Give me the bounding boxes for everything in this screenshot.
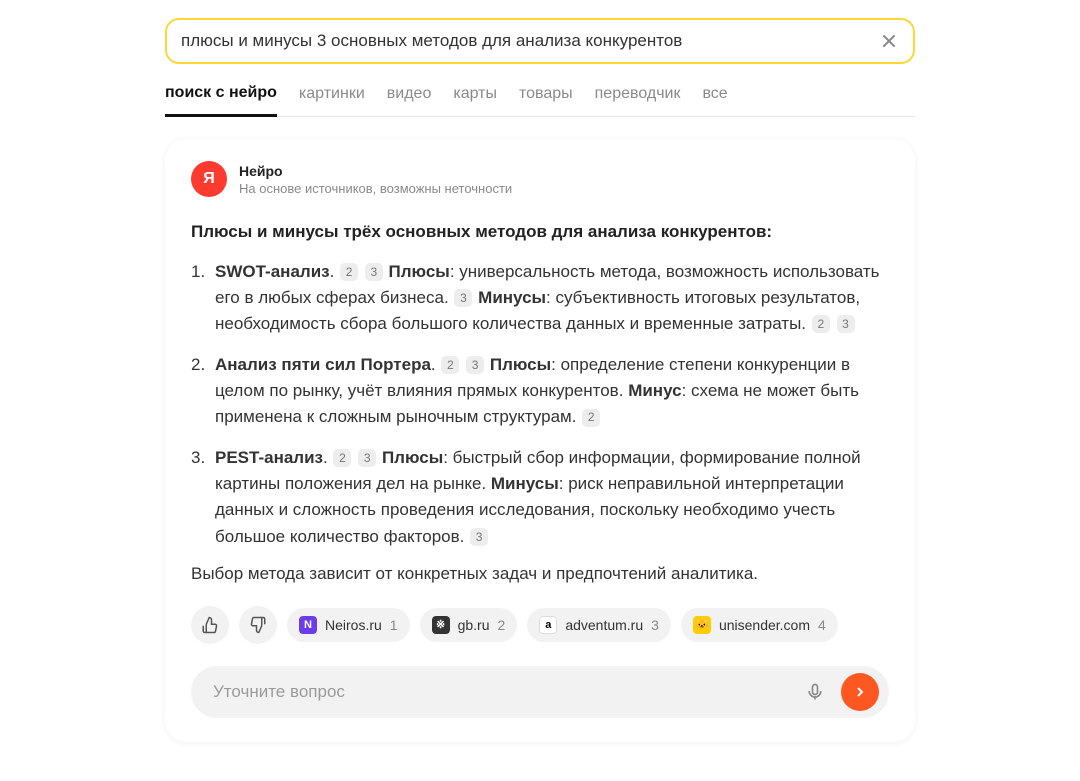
sources-row: N Neiros.ru 1 ※ gb.ru 2 a adventum.ru 3 … [191,606,889,644]
ref-badge[interactable]: 2 [582,409,600,427]
source-number: 3 [651,617,659,633]
tab-neuro-search[interactable]: поиск с нейро [165,74,277,117]
ref-badge[interactable]: 3 [470,528,488,546]
source-domain: Neiros.ru [325,617,382,633]
pros-label: Плюсы [382,448,443,467]
list-item: SWOT-анализ. 2 3 Плюсы: универсальность … [191,259,889,338]
method-name: Анализ пяти сил Портера [215,355,431,374]
source-number: 2 [498,617,506,633]
list-item: PEST-анализ. 2 3 Плюсы: быстрый сбор инф… [191,445,889,550]
source-domain: unisender.com [719,617,810,633]
ref-badge[interactable]: 3 [454,289,472,307]
pros-label: Плюсы [389,262,450,281]
microphone-icon[interactable] [801,678,829,706]
thumbs-up-button[interactable] [191,606,229,644]
neuro-icon: Я [191,161,227,197]
tabs: поиск с нейро картинки видео карты товар… [165,74,915,117]
favicon-icon: ※ [432,616,450,634]
tab-images[interactable]: картинки [299,75,365,115]
cons-label: Минусы [491,474,559,493]
neuro-subtitle: На основе источников, возможны неточност… [239,181,512,196]
clear-search-icon[interactable] [879,31,899,51]
source-domain: gb.ru [458,617,490,633]
neuro-answer-card: Я Нейро На основе источников, возможны н… [165,139,915,742]
methods-list: SWOT-анализ. 2 3 Плюсы: универсальность … [191,259,889,550]
method-name: PEST-анализ [215,448,323,467]
favicon-icon: N [299,616,317,634]
tab-all[interactable]: все [702,75,727,115]
search-input[interactable] [181,31,879,51]
tab-translator[interactable]: переводчик [595,75,681,115]
source-pill[interactable]: ※ gb.ru 2 [420,608,518,642]
refine-box[interactable] [191,666,889,718]
ref-badge[interactable]: 2 [441,356,459,374]
tab-goods[interactable]: товары [519,75,573,115]
ref-badge[interactable]: 3 [466,356,484,374]
tab-video[interactable]: видео [387,75,432,115]
ref-badge[interactable]: 2 [812,315,830,333]
favicon-icon: a [539,616,557,634]
neuro-header: Я Нейро На основе источников, возможны н… [191,161,889,197]
refine-input[interactable] [213,682,789,702]
list-item: Анализ пяти сил Портера. 2 3 Плюсы: опре… [191,352,889,431]
tab-maps[interactable]: карты [453,75,497,115]
ref-badge[interactable]: 3 [365,263,383,281]
neuro-title: Нейро [239,163,512,179]
ref-badge[interactable]: 2 [340,263,358,281]
search-box[interactable] [165,18,915,64]
answer-intro: Плюсы и минусы трёх основных методов для… [191,219,889,245]
source-pill[interactable]: a adventum.ru 3 [527,608,671,642]
source-pill[interactable]: N Neiros.ru 1 [287,608,410,642]
ref-badge[interactable]: 3 [837,315,855,333]
ref-badge[interactable]: 3 [358,449,376,467]
pros-label: Плюсы [490,355,551,374]
source-pill[interactable]: 🐱 unisender.com 4 [681,608,838,642]
cons-label: Минус [628,381,681,400]
favicon-icon: 🐱 [693,616,711,634]
source-domain: adventum.ru [565,617,643,633]
source-number: 1 [390,617,398,633]
cons-label: Минусы [478,288,546,307]
conclusion-text: Выбор метода зависит от конкретных задач… [191,564,889,584]
ref-badge[interactable]: 2 [333,449,351,467]
method-name: SWOT-анализ [215,262,330,281]
thumbs-down-button[interactable] [239,606,277,644]
source-number: 4 [818,617,826,633]
submit-refine-button[interactable] [841,673,879,711]
